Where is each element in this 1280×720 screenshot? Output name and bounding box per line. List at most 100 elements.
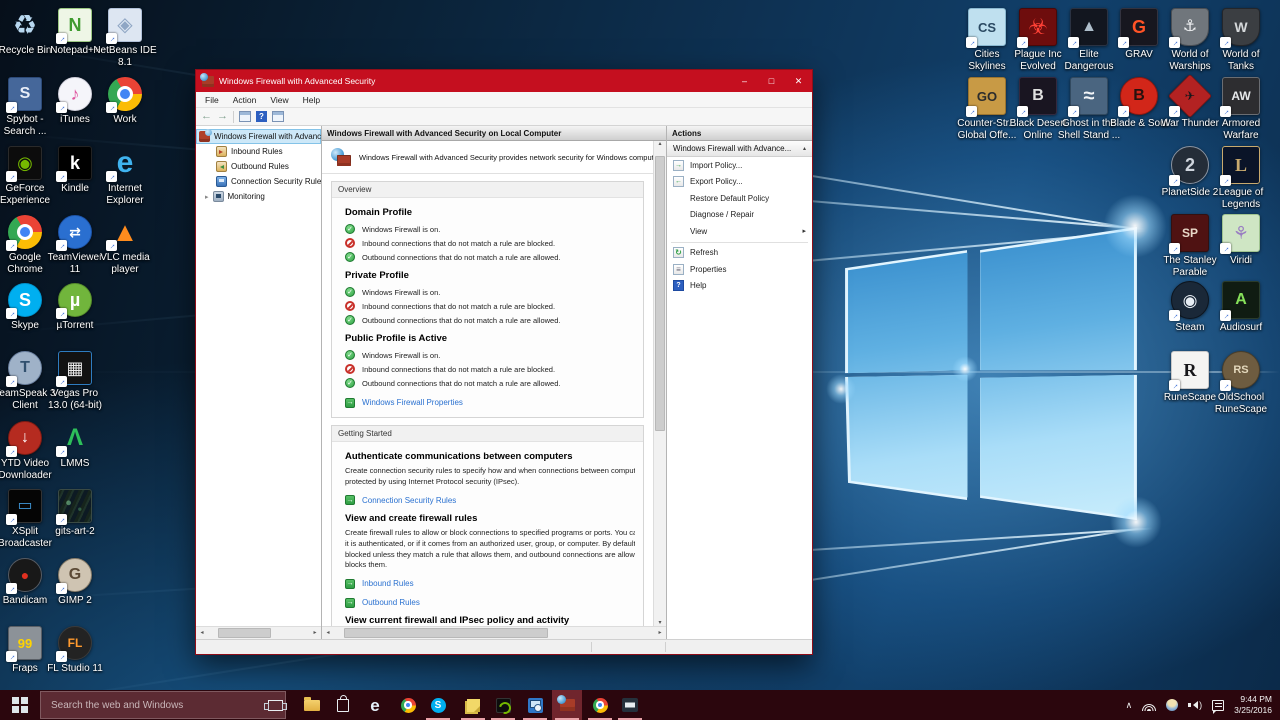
desktop-icon-lmms[interactable]: Λ→LMMS — [43, 421, 107, 470]
app-icon: S→ — [8, 283, 42, 317]
desktop-icon-vegas-pro[interactable]: ▦→Vegas Pro 13.0 (64-bit) — [43, 351, 107, 411]
action-view[interactable]: View▸ — [667, 223, 812, 240]
scroll-right-icon[interactable]: ▸ — [654, 630, 666, 636]
maximize-button[interactable]: □ — [758, 70, 785, 92]
taskbar-file-explorer[interactable] — [297, 690, 327, 720]
app-icon: ▲→ — [108, 215, 142, 249]
desktop-icon-gits-art-2[interactable]: →gits-art-2 — [43, 489, 107, 538]
window-titlebar[interactable]: Windows Firewall with Advanced Security … — [196, 70, 812, 92]
taskbar-store[interactable] — [328, 690, 358, 720]
action-center-icon[interactable] — [1212, 700, 1224, 711]
taskbar: e S ∧ ) 9:44 PM 3/25/2016 — [0, 690, 1280, 720]
tree-item-outbound-rules[interactable]: Outbound Rules — [196, 159, 321, 174]
export-list-button[interactable] — [272, 111, 284, 122]
taskbar-sticky-notes[interactable] — [458, 690, 488, 720]
minimize-button[interactable]: – — [731, 70, 758, 92]
action-properties[interactable]: Properties — [667, 261, 812, 278]
link-outbound-rules[interactable]: →Outbound Rules — [345, 596, 635, 609]
app-glyph: W — [1234, 20, 1247, 34]
desktop-icon-league-of-legends[interactable]: L→League of Legends — [1209, 146, 1273, 210]
action-diagnose-repair[interactable]: Diagnose / Repair — [667, 207, 812, 224]
desktop-icon-vlc[interactable]: ▲→ VLC media player — [93, 215, 157, 275]
tree-item-connection-security-rules[interactable]: Connection Security Rules — [196, 174, 321, 189]
scroll-right-icon[interactable]: ▸ — [309, 630, 321, 636]
back-button[interactable]: ← — [201, 111, 212, 122]
show-console-tree-button[interactable] — [239, 111, 251, 122]
desktop-icon-audiosurf[interactable]: A→Audiosurf — [1209, 281, 1273, 334]
action-help[interactable]: Help — [667, 278, 812, 295]
desktop-icon-work[interactable]: →Work — [93, 77, 157, 126]
status-item: Inbound connections that do not match a … — [345, 299, 635, 313]
app-glyph: ≈ — [1084, 86, 1095, 106]
desktop-icon-viridi[interactable]: ⚘→Viridi — [1209, 214, 1273, 267]
action-export-policy[interactable]: Export Policy... — [667, 174, 812, 191]
shortcut-arrow-icon: → — [1169, 175, 1180, 186]
scroll-thumb[interactable] — [655, 156, 665, 430]
status-item: ✓Windows Firewall is on. — [345, 348, 635, 362]
desktop-icon-netbeans-ide[interactable]: ◈→NetBeans IDE 8.1 — [93, 8, 157, 68]
app-icon: R→ — [1171, 351, 1209, 389]
scroll-thumb[interactable] — [344, 628, 549, 638]
sticky-notes-icon — [467, 699, 480, 712]
status-item: Inbound connections that do not match a … — [345, 362, 635, 376]
app-glyph: µ — [70, 291, 80, 309]
start-button[interactable] — [0, 690, 40, 720]
desktop-icon-utorrent[interactable]: µ→µTorrent — [43, 283, 107, 332]
tree-item-inbound-rules[interactable]: Inbound Rules — [196, 144, 321, 159]
taskbar-skype[interactable]: S — [423, 690, 453, 720]
taskbar-remote-app[interactable] — [520, 690, 550, 720]
taskbar-chrome-profile[interactable] — [585, 690, 615, 720]
results-vscrollbar[interactable]: ▴ ▾ — [653, 141, 666, 626]
link-windows-firewall-properties[interactable]: →Windows Firewall Properties — [345, 396, 635, 409]
desktop-icon-oldschool-runescape[interactable]: RS→OldSchool RuneScape — [1209, 351, 1273, 415]
tree-item-windows-firewall-with-advanc[interactable]: Windows Firewall with Advanc — [196, 129, 321, 144]
desktop-icon-label: Vegas Pro 13.0 (64-bit) — [43, 388, 107, 411]
menu-item-file[interactable]: File — [198, 95, 226, 105]
results-hscrollbar[interactable]: ◂ ▸ — [322, 626, 666, 639]
tree-item-monitoring[interactable]: ▸Monitoring — [196, 189, 321, 204]
app-icon: ⇄→ — [58, 215, 92, 249]
check-icon: ✓ — [345, 224, 355, 234]
help-toolbar-button[interactable]: ? — [256, 111, 267, 122]
shortcut-arrow-icon: → — [1118, 106, 1129, 117]
tree-hscrollbar[interactable]: ◂ ▸ — [196, 626, 321, 639]
expander-icon[interactable]: ▸ — [205, 193, 209, 201]
action-refresh[interactable]: Refresh — [667, 245, 812, 262]
action-label: Properties — [690, 265, 726, 274]
taskbar-windows-firewall[interactable] — [552, 690, 582, 720]
desktop-icon-internet-explorer[interactable]: e→Internet Explorer — [93, 146, 157, 206]
desktop-icon-world-of-tanks[interactable]: W→World of Tanks — [1209, 8, 1273, 72]
taskbar-task-view[interactable] — [260, 690, 290, 720]
taskbar-vegas-pro[interactable] — [615, 690, 645, 720]
taskbar-edge[interactable]: e — [360, 690, 390, 720]
desktop-icon-armored-warfare[interactable]: AW→Armored Warfare — [1209, 77, 1273, 141]
collapse-icon[interactable]: ▴ — [803, 145, 806, 152]
action-restore-default-policy[interactable]: Restore Default Policy — [667, 190, 812, 207]
shortcut-arrow-icon: → — [56, 651, 67, 662]
scroll-left-icon[interactable]: ◂ — [196, 630, 208, 636]
taskbar-nvidia-geforce[interactable] — [488, 690, 518, 720]
link-connection-security-rules[interactable]: →Connection Security Rules — [345, 494, 635, 507]
volume-icon[interactable]: ) — [1188, 700, 1202, 711]
desktop-icon-fl-studio[interactable]: FL→FL Studio 11 — [43, 626, 107, 675]
onedrive-icon[interactable] — [1166, 699, 1178, 711]
desktop-icon-label: VLC media player — [93, 252, 157, 275]
menu-item-help[interactable]: Help — [296, 95, 327, 105]
actions-group-header[interactable]: Windows Firewall with Advance... ▴ — [667, 141, 812, 157]
wifi-icon[interactable] — [1142, 700, 1156, 711]
hidden-icons-chevron[interactable]: ∧ — [1126, 701, 1133, 710]
scroll-left-icon[interactable]: ◂ — [322, 630, 334, 636]
link-inbound-rules[interactable]: →Inbound Rules — [345, 577, 635, 590]
search-input[interactable] — [40, 691, 286, 719]
taskbar-chrome[interactable] — [393, 690, 423, 720]
store-icon — [337, 699, 349, 712]
close-button[interactable]: ✕ — [785, 70, 812, 92]
scroll-thumb[interactable] — [218, 628, 271, 638]
app-glyph: T — [20, 360, 30, 376]
menu-item-action[interactable]: Action — [226, 95, 264, 105]
menu-item-view[interactable]: View — [263, 95, 295, 105]
forward-button[interactable]: → — [217, 111, 228, 122]
action-import-policy[interactable]: Import Policy... — [667, 157, 812, 174]
desktop-icon-gimp[interactable]: G→GIMP 2 — [43, 558, 107, 607]
clock[interactable]: 9:44 PM 3/25/2016 — [1234, 694, 1272, 717]
